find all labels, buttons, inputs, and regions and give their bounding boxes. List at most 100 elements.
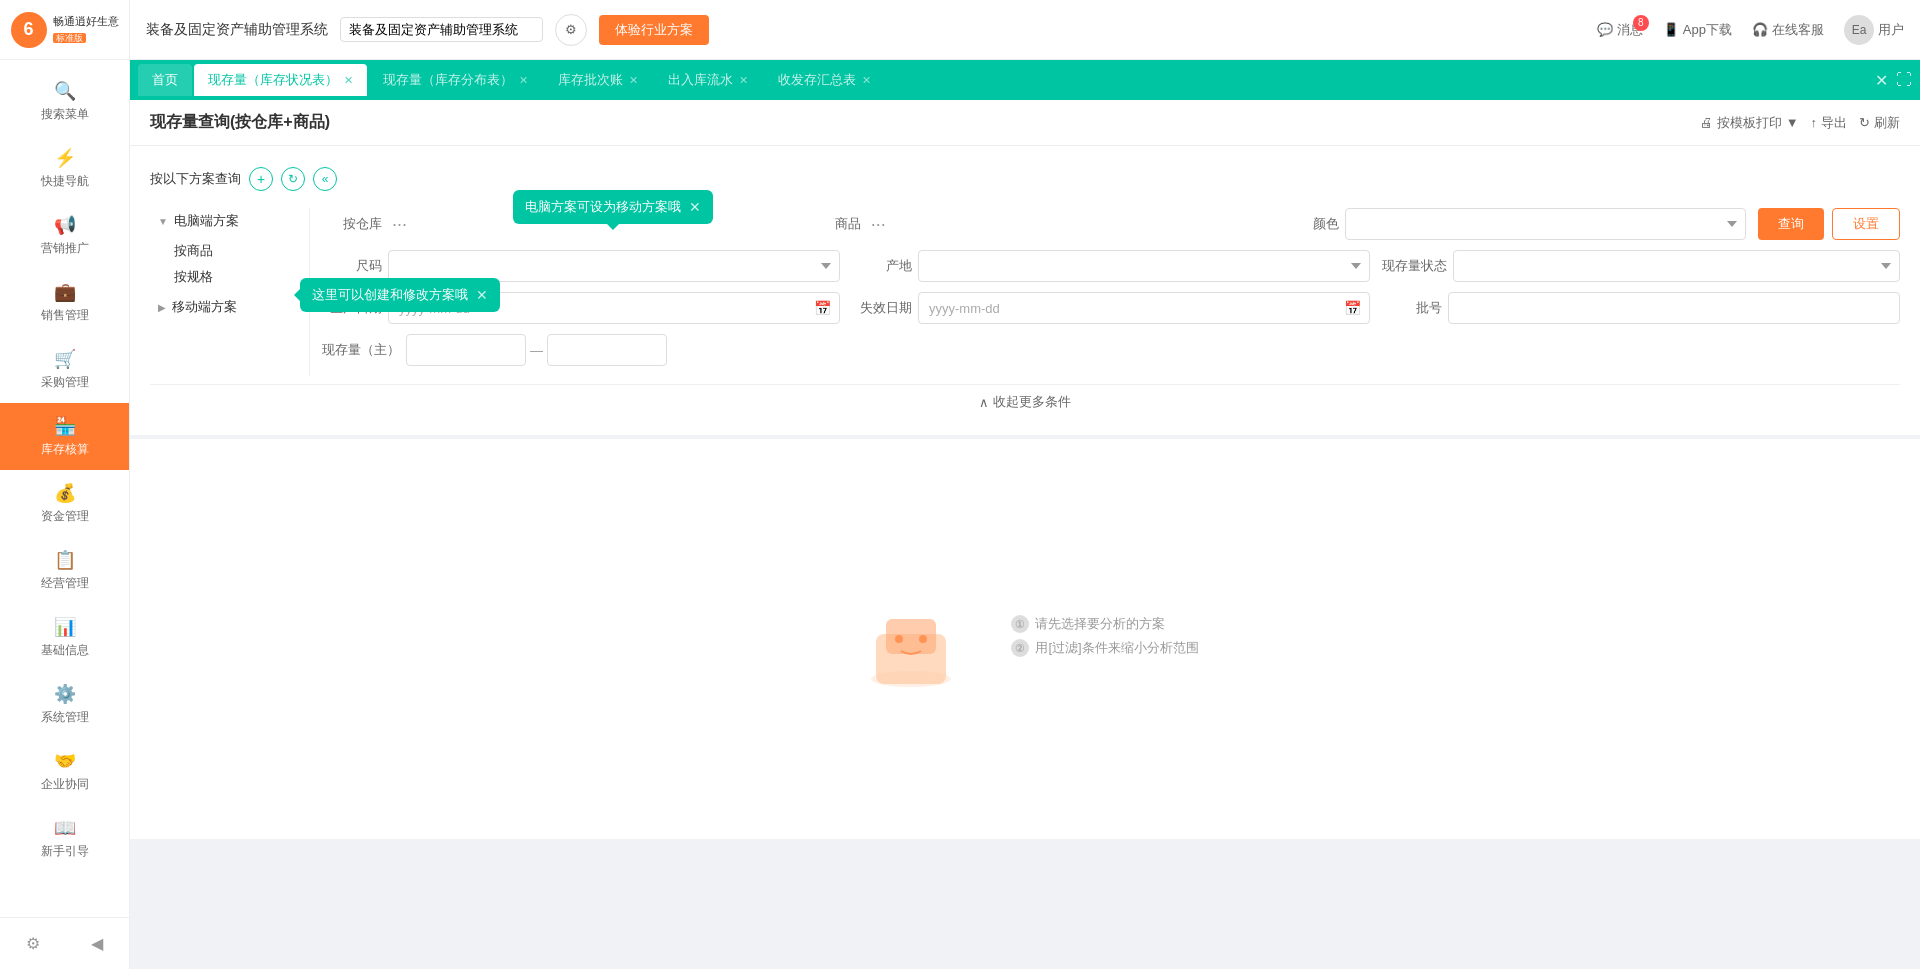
collapse-icon-up: ∧ — [979, 395, 989, 410]
tab-inout[interactable]: 出入库流水 ✕ — [654, 64, 762, 96]
add-scheme-btn[interactable]: + — [249, 167, 273, 191]
sidebar-item-guide[interactable]: 📖 新手引导 — [0, 805, 129, 872]
message-btn[interactable]: 💬 消息 8 — [1597, 21, 1643, 39]
refresh-btn[interactable]: ↻ 刷新 — [1859, 114, 1900, 132]
empty-state-text: ① 请先选择要分析的方案 ② 用[过滤]条件来缩小分析范围 — [1011, 615, 1198, 663]
tab-close-summary[interactable]: ✕ — [862, 74, 871, 87]
tab-home[interactable]: 首页 — [138, 64, 192, 96]
stock-status-select[interactable] — [1453, 250, 1900, 282]
sidebar-item-finance[interactable]: 💰 资金管理 — [0, 470, 129, 537]
stock-main-range: — — [406, 334, 667, 366]
tab-close-batch[interactable]: ✕ — [629, 74, 638, 87]
range-dash: — — [530, 343, 543, 358]
app-download-btn[interactable]: 📱 App下载 — [1663, 21, 1732, 39]
tab-close-inventory-dist[interactable]: ✕ — [519, 74, 528, 87]
origin-label: 产地 — [852, 257, 912, 275]
filter-batch-no: 批号 — [1382, 292, 1900, 324]
sidebar-item-operation[interactable]: 📋 经营管理 — [0, 537, 129, 604]
batch-no-input[interactable] — [1448, 292, 1900, 324]
phone-icon: 📱 — [1663, 22, 1679, 37]
operation-icon: 📋 — [54, 549, 76, 571]
query-button[interactable]: 查询 — [1758, 208, 1824, 240]
logo-icon: 6 — [11, 12, 47, 48]
scheme-tooltip-close[interactable]: ✕ — [689, 199, 701, 215]
sidebar-item-sales[interactable]: 💼 销售管理 — [0, 269, 129, 336]
product-label: 商品 — [801, 215, 861, 233]
system-select[interactable]: 装备及固定资产辅助管理系统 — [340, 17, 543, 42]
filter-row-4: 现存量（主） — — [322, 334, 1900, 366]
tab-close-inventory-status[interactable]: ✕ — [344, 74, 353, 87]
sidebar-item-system[interactable]: ⚙️ 系统管理 — [0, 671, 129, 738]
filter-expire-date: 失效日期 yyyy-mm-dd 📅 — [852, 292, 1370, 324]
system-name: 装备及固定资产辅助管理系统 — [146, 21, 328, 39]
back-scheme-btn[interactable]: « — [313, 167, 337, 191]
svg-point-4 — [919, 635, 927, 643]
settings-bottom-btn[interactable]: ⚙ — [22, 930, 44, 957]
desktop-scheme-group: ▼ 电脑端方案 按商品 按规格 — [150, 208, 301, 294]
expand-icon: ▼ — [158, 216, 168, 227]
filter-stock-status: 现存量状态 — [1382, 250, 1900, 282]
flash-icon: ⚡ — [54, 147, 76, 169]
print-icon: 🖨 — [1700, 115, 1713, 130]
product-more-icon[interactable]: ··· — [867, 214, 890, 235]
query-header: 按以下方案查询 + ↻ « 电脑方案可设为移动方案哦 ✕ — [150, 162, 1900, 196]
mobile-scheme-header[interactable]: ▶ 移动端方案 — [150, 294, 301, 320]
scheme-tooltip: 电脑方案可设为移动方案哦 ✕ — [513, 190, 713, 224]
settings-btn[interactable]: ⚙ — [555, 14, 587, 46]
support-btn[interactable]: 🎧 在线客服 — [1752, 21, 1824, 39]
settings-icon: ⚙ — [565, 22, 577, 37]
filter-product: 商品 ··· — [801, 214, 1268, 235]
main-content: 现存量查询(按仓库+商品) 🖨 按模板打印 ▼ ↑ 导出 ↻ 刷新 按以下方案查… — [130, 100, 1920, 969]
tab-close-inout[interactable]: ✕ — [739, 74, 748, 87]
industry-btn[interactable]: 体验行业方案 — [599, 15, 709, 45]
scheme-panel: ▼ 电脑端方案 按商品 按规格 ▶ — [150, 208, 310, 376]
sidebar-item-base[interactable]: 📊 基础信息 — [0, 604, 129, 671]
export-btn[interactable]: ↑ 导出 — [1811, 114, 1848, 132]
tab-summary[interactable]: 收发存汇总表 ✕ — [764, 64, 885, 96]
stock-main-min[interactable] — [406, 334, 526, 366]
origin-select[interactable] — [918, 250, 1370, 282]
fullscreen-btn[interactable]: ⛶ — [1896, 71, 1912, 90]
headset-icon: 🎧 — [1752, 22, 1768, 37]
sidebar-item-inventory[interactable]: 🏪 库存核算 — [0, 403, 129, 470]
sidebar-item-search[interactable]: 🔍 搜索菜单 — [0, 68, 129, 135]
stock-main-max[interactable] — [547, 334, 667, 366]
mobile-scheme-group: ▶ 移动端方案 — [150, 294, 301, 320]
avatar: Ea — [1844, 15, 1874, 45]
query-header-label: 按以下方案查询 — [150, 170, 241, 188]
system-icon: ⚙️ — [54, 683, 76, 705]
sidebar-item-cooperation[interactable]: 🤝 企业协同 — [0, 738, 129, 805]
color-select[interactable] — [1345, 208, 1746, 240]
scheme-item-spec[interactable]: 按规格 — [150, 264, 301, 290]
scheme-item-product[interactable]: 按商品 — [150, 238, 301, 264]
expire-date-start[interactable]: yyyy-mm-dd 📅 — [918, 292, 1370, 324]
tab-inventory-dist[interactable]: 现存量（库存分布表） ✕ — [369, 64, 542, 96]
collapse-btn[interactable]: ∧ 收起更多条件 — [150, 384, 1900, 419]
empty-svg — [851, 579, 971, 699]
reset-button[interactable]: 设置 — [1832, 208, 1900, 240]
collapse-sidebar-btn[interactable]: ◀ — [87, 930, 107, 957]
page-title: 现存量查询(按仓库+商品) — [150, 112, 330, 133]
close-all-tabs-btn[interactable]: ✕ — [1875, 71, 1888, 90]
topbar: 装备及固定资产辅助管理系统 装备及固定资产辅助管理系统 ⚙ 体验行业方案 💬 消… — [130, 0, 1920, 60]
print-btn[interactable]: 🖨 按模板打印 ▼ — [1700, 114, 1799, 132]
base-icon: 📊 — [54, 616, 76, 638]
stock-main-label: 现存量（主） — [322, 341, 400, 359]
topbar-right: 💬 消息 8 📱 App下载 🎧 在线客服 Ea 用户 — [1597, 15, 1904, 45]
create-tooltip: 这里可以创建和修改方案哦 ✕ — [300, 278, 500, 312]
filter-color: 颜色 — [1279, 208, 1746, 240]
sidebar-item-nav[interactable]: ⚡ 快捷导航 — [0, 135, 129, 202]
create-tooltip-close[interactable]: ✕ — [476, 287, 488, 303]
tab-batch[interactable]: 库存批次账 ✕ — [544, 64, 652, 96]
stock-status-label: 现存量状态 — [1382, 257, 1447, 275]
sidebar-item-purchase[interactable]: 🛒 采购管理 — [0, 336, 129, 403]
sidebar-item-marketing[interactable]: 📢 营销推广 — [0, 202, 129, 269]
sidebar-bottom: ⚙ ◀ — [0, 917, 129, 969]
tab-inventory-status[interactable]: 现存量（库存状况表） ✕ — [194, 64, 367, 96]
user-btn[interactable]: Ea 用户 — [1844, 15, 1904, 45]
inventory-icon: 🏪 — [54, 415, 76, 437]
warehouse-more-icon[interactable]: ··· — [388, 214, 411, 235]
data-area: ① 请先选择要分析的方案 ② 用[过滤]条件来缩小分析范围 — [130, 439, 1920, 839]
refresh-scheme-btn[interactable]: ↻ — [281, 167, 305, 191]
desktop-scheme-header[interactable]: ▼ 电脑端方案 — [150, 208, 301, 234]
